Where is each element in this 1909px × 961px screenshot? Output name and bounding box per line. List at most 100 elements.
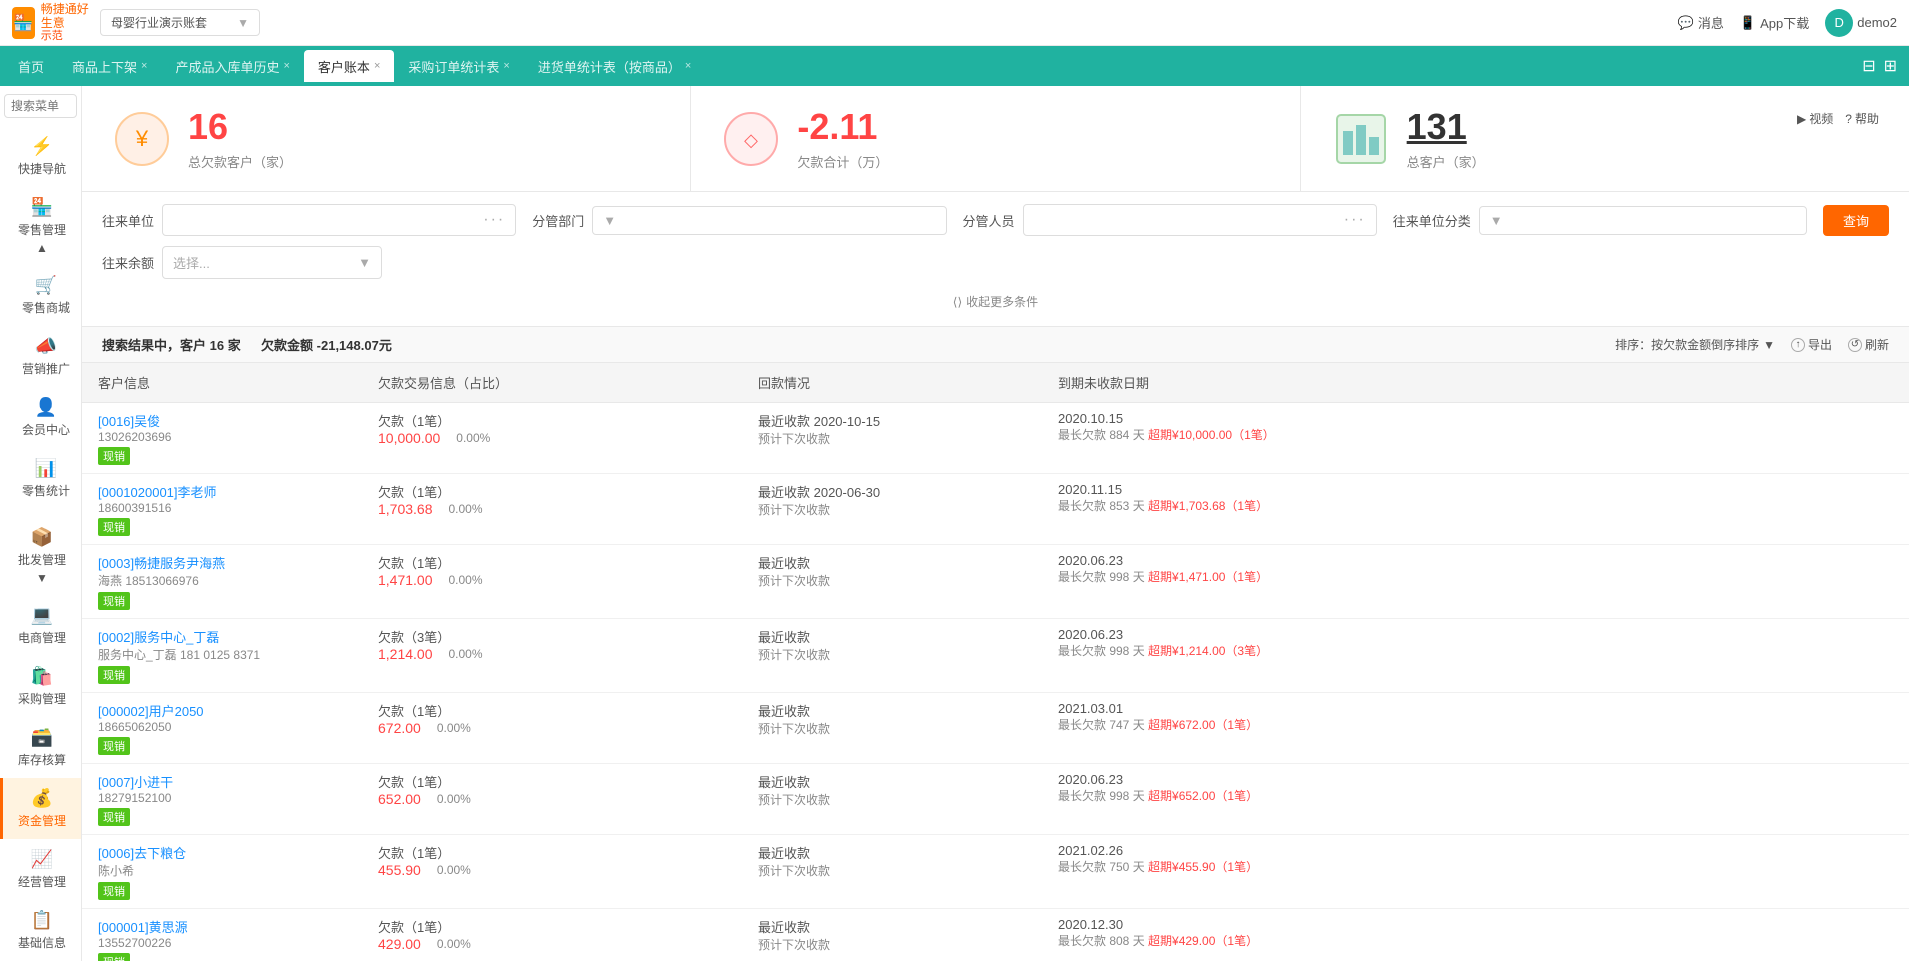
tab-maximize-btn[interactable]: ⊞ [1884,56,1897,76]
customer-phone: 13552700226 [98,936,346,950]
overdue-customers-label: 总欠款客户（家） [188,152,292,171]
customer-name-link[interactable]: [0006]去下粮仓 [98,843,346,862]
customer-name-link[interactable]: [000002]用户2050 [98,701,346,720]
overdue-customers-info: 16 总欠款客户（家） [188,106,292,171]
overdue-link[interactable]: 超期¥429.00（1笔） [1148,934,1258,948]
overdue-link[interactable]: 超期¥1,471.00（1笔） [1148,570,1268,584]
sidebar-item-finance[interactable]: 💰 资金管理 [0,778,81,839]
tab-customer-account-label: 客户账本 [318,57,370,76]
sidebar-item-retail-mall[interactable]: 🛒 零售商城 [0,265,81,326]
manager-input[interactable]: ··· [1023,204,1377,236]
sidebar-item-retail-mgmt[interactable]: 🏪 零售管理 ▲ [0,187,81,265]
tab-product-history[interactable]: 产成品入库单历史 × [161,50,303,82]
sort-selector[interactable]: 排序：按欠款金额倒序排序 ▼ [1615,336,1775,353]
debt-amount: 10,000.00 [378,430,440,446]
sidebar-item-ecommerce[interactable]: 💻 电商管理 [0,595,81,656]
balance-input[interactable]: 选择... ▼ [162,246,382,279]
sidebar-item-marketing[interactable]: 📣 营销推广 [0,326,81,387]
overdue-link[interactable]: 超期¥10,000.00（1笔） [1148,428,1275,442]
customer-name-link[interactable]: [0002]服务中心_丁磊 [98,627,346,646]
source-unit-input[interactable]: ··· [162,204,516,236]
tab-product-history-close[interactable]: × [283,60,289,72]
collection-date: 最近收款 [758,843,1026,862]
finance-icon: 💰 [31,788,53,809]
overdue-link[interactable]: 超期¥652.00（1笔） [1148,789,1258,803]
retail-mgmt-icon: 🏪 [31,197,53,218]
customer-name-link[interactable]: [0016]吴俊 [98,411,346,430]
overdue-link[interactable]: 超期¥455.90（1笔） [1148,860,1258,874]
tab-inventory-stats-close[interactable]: × [685,60,691,72]
refresh-btn[interactable]: ↺ 刷新 [1848,336,1889,353]
sidebar-item-member[interactable]: 👤 会员中心 [0,387,81,448]
overdue-customers-number: 16 [188,106,292,148]
customer-phone: 服务中心_丁磊 181 0125 8371 [98,646,346,663]
sidebar-item-quick-nav[interactable]: ⚡ 快捷导航 [0,126,81,187]
member-icon: 👤 [35,397,57,418]
app-download-btn[interactable]: 📱 App下载 [1740,13,1809,32]
customer-phone: 陈小希 [98,862,346,879]
tab-purchase-order[interactable]: 采购订单统计表 × [394,50,523,82]
results-actions: 排序：按欠款金额倒序排序 ▼ ↑ 导出 ↺ 刷新 [1615,336,1889,353]
basic-info-icon: 📋 [31,910,53,931]
tab-customer-account[interactable]: 客户账本 × [304,50,394,82]
export-btn[interactable]: ↑ 导出 [1791,336,1832,353]
tab-product-off[interactable]: 商品上下架 × [58,50,161,82]
message-btn[interactable]: 💬 消息 [1678,13,1724,32]
app-download-label: App下载 [1760,13,1809,32]
customer-info-cell: [0001020001]李老师 18600391516 现销 [82,474,362,545]
dept-dropdown-icon: ▼ [603,213,616,228]
table-row: [0002]服务中心_丁磊 服务中心_丁磊 181 0125 8371 现销 欠… [82,619,1909,693]
customer-name-link[interactable]: [0003]畅捷服务尹海燕 [98,553,346,572]
total-customers-card: 131 总客户（家） ▶ 视频 ? 帮助 [1301,86,1909,191]
collection-date: 最近收款 [758,917,1026,936]
sidebar-item-label: 采购管理 [18,690,66,707]
collection-next: 预计下次收款 [758,791,1026,808]
tab-minimize-btn[interactable]: ⊟ [1862,56,1875,76]
sidebar-item-ops[interactable]: 📈 经营管理 [0,839,81,900]
due-date-cell: 2021.03.01 最长欠款 747 天 超期¥672.00（1笔） [1042,693,1909,764]
help-btn[interactable]: ? 帮助 [1845,110,1879,127]
sidebar-item-batch-mgmt[interactable]: 📦 批发管理 ▼ [0,517,81,595]
tab-product-off-close[interactable]: × [141,60,147,72]
sidebar-search-input[interactable] [4,94,77,118]
dept-label: 分管部门 [532,211,584,230]
customer-badge: 现销 [98,666,130,684]
overdue-amount-label: 欠款合计（万） [797,152,888,171]
customer-name-link[interactable]: [000001]黄思源 [98,917,346,936]
overdue-link[interactable]: 超期¥1,703.68（1笔） [1148,499,1268,513]
customer-name-link[interactable]: [0007]小进干 [98,772,346,791]
sidebar-item-basic-info[interactable]: 📋 基础信息 [0,900,81,961]
due-date-cell: 2020.06.23 最长欠款 998 天 超期¥652.00（1笔） [1042,764,1909,835]
sidebar-item-inventory[interactable]: 🗃️ 库存核算 [0,717,81,778]
overdue-link[interactable]: 超期¥1,214.00（3笔） [1148,644,1268,658]
customer-name-link[interactable]: [0001020001]李老师 [98,482,346,501]
unit-category-input[interactable]: ▼ [1479,206,1807,235]
search-button[interactable]: 查询 [1823,205,1889,236]
overdue-amount-card: ◇ -2.11 欠款合计（万） [691,86,1300,191]
svg-text:¥: ¥ [135,126,149,151]
filter-balance: 往来余额 选择... ▼ [102,246,382,279]
sidebar-item-purchase[interactable]: 🛍️ 采购管理 [0,656,81,717]
dept-input[interactable]: ▼ [592,206,946,235]
debt-count: 欠款（1笔） [378,701,726,720]
customer-badge: 现销 [98,737,130,755]
tab-inventory-stats[interactable]: 进货单统计表（按商品） × [524,50,705,82]
debt-count: 欠款（1笔） [378,917,726,936]
user-profile[interactable]: D demo2 [1825,9,1897,37]
tab-home[interactable]: 首页 [4,50,58,82]
tab-customer-account-close[interactable]: × [374,60,380,72]
collection-next: 预计下次收款 [758,936,1026,953]
sidebar-item-retail-stats[interactable]: 📊 零售统计 [0,448,81,509]
logo-text: 畅捷通好生意 示范 [41,2,92,44]
sidebar-item-label: 资金管理 [18,812,66,829]
tab-purchase-order-close[interactable]: × [503,60,509,72]
store-selector[interactable]: 母婴行业演示账套 ▼ [100,9,260,36]
overdue-link[interactable]: 超期¥672.00（1笔） [1148,718,1258,732]
app-download-icon: 📱 [1740,15,1756,31]
video-btn[interactable]: ▶ 视频 [1797,110,1833,127]
tab-product-history-label: 产成品入库单历史 [175,57,279,76]
collapse-filter-btn[interactable]: ⟨⟩ 收起更多条件 [102,289,1889,314]
collection-date: 最近收款 [758,627,1026,646]
collection-date: 最近收款 [758,553,1026,572]
customer-badge: 现销 [98,953,130,961]
